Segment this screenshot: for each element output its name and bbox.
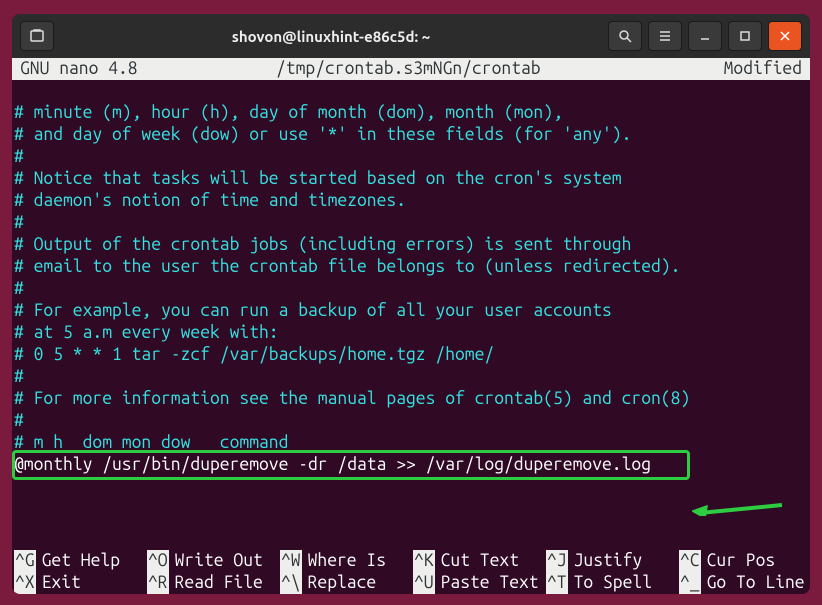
editor-line: # — [14, 279, 24, 298]
search-icon — [617, 28, 633, 44]
editor-line: # and day of week (dow) or use '*' in th… — [14, 125, 631, 144]
close-button[interactable] — [768, 21, 802, 51]
cron-command: @monthly /usr/bin/duperemove -dr /data >… — [14, 455, 651, 474]
nano-shortcuts: ^GGet Help ^OWrite Out ^WWhere Is ^KCut … — [12, 550, 810, 594]
editor-line: # — [14, 213, 24, 232]
editor-line: # email to the user the crontab file bel… — [14, 257, 680, 276]
editor-line: # minute (m), hour (h), day of month (do… — [14, 103, 563, 122]
nano-filename: /tmp/crontab.s3mNGn/crontab — [272, 58, 724, 80]
editor-line: # m h dom mon dow command — [14, 433, 288, 452]
close-icon — [777, 28, 793, 44]
editor-content[interactable]: # minute (m), hour (h), day of month (do… — [12, 80, 810, 498]
editor-line: # — [14, 147, 24, 166]
new-tab-button[interactable] — [20, 21, 54, 51]
editor-line: # Notice that tasks will be started base… — [14, 169, 622, 188]
nano-state: Modified — [724, 58, 810, 80]
shortcut-help: ^GGet Help — [12, 550, 145, 572]
editor-line: # at 5 a.m every week with: — [14, 323, 279, 342]
new-tab-icon — [29, 28, 45, 44]
minimize-button[interactable] — [688, 21, 722, 51]
highlighted-line: @monthly /usr/bin/duperemove -dr /data >… — [14, 454, 651, 476]
editor-line: # — [14, 411, 24, 430]
shortcut-whereis: ^WWhere Is — [278, 550, 411, 572]
editor-line: # — [14, 367, 24, 386]
editor-line: # daemon's notion of time and timezones. — [14, 191, 406, 210]
shortcut-writeout: ^OWrite Out — [145, 550, 278, 572]
annotation-arrow — [692, 502, 782, 516]
terminal-window: shovon@linuxhint-e86c5d: ~ GNU nano 4.8 … — [12, 14, 810, 594]
shortcut-readfile: ^RRead File — [145, 572, 278, 594]
shortcut-replace: ^\Replace — [278, 572, 411, 594]
shortcut-curpos: ^CCur Pos — [677, 550, 810, 572]
nano-statusline: GNU nano 4.8 /tmp/crontab.s3mNGn/crontab… — [12, 58, 810, 80]
menu-button[interactable] — [648, 21, 682, 51]
editor-line: # 0 5 * * 1 tar -zcf /var/backups/home.t… — [14, 345, 494, 364]
editor-line: # Output of the crontab jobs (including … — [14, 235, 631, 254]
terminal-area[interactable]: GNU nano 4.8 /tmp/crontab.s3mNGn/crontab… — [12, 58, 810, 594]
shortcut-cut: ^KCut Text — [411, 550, 544, 572]
shortcut-spell: ^TTo Spell — [544, 572, 677, 594]
nano-app-name: GNU nano 4.8 — [12, 58, 272, 80]
window-title: shovon@linuxhint-e86c5d: ~ — [60, 28, 602, 45]
editor-line: # For more information see the manual pa… — [14, 389, 690, 408]
shortcut-exit: ^XExit — [12, 572, 145, 594]
editor-line: # For example, you can run a backup of a… — [14, 301, 612, 320]
maximize-icon — [737, 28, 753, 44]
maximize-button[interactable] — [728, 21, 762, 51]
search-button[interactable] — [608, 21, 642, 51]
titlebar: shovon@linuxhint-e86c5d: ~ — [12, 14, 810, 58]
shortcut-justify: ^JJustify — [544, 550, 677, 572]
hamburger-icon — [657, 28, 673, 44]
shortcut-paste: ^UPaste Text — [411, 572, 544, 594]
minimize-icon — [697, 28, 713, 44]
shortcut-goto: ^_Go To Line — [677, 572, 810, 594]
